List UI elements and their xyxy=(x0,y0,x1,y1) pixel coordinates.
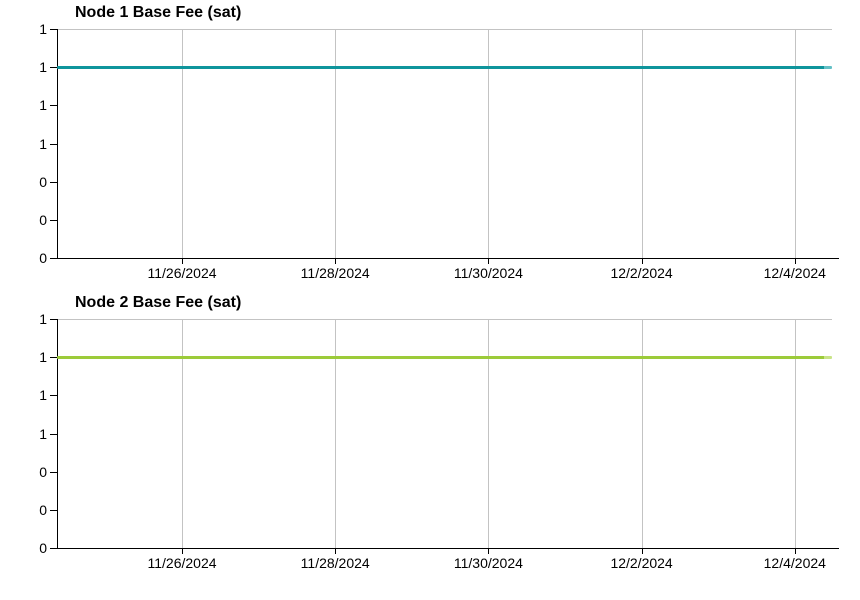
y-axis-tick xyxy=(50,182,57,183)
y-tick-label: 0 xyxy=(25,174,47,190)
y-tick-label: 1 xyxy=(25,59,47,75)
y-tick-label: 1 xyxy=(25,387,47,403)
y-axis-tick xyxy=(50,434,57,435)
x-tick-label: 11/30/2024 xyxy=(428,265,548,281)
x-tick-label: 12/4/2024 xyxy=(735,555,855,571)
y-axis-tick xyxy=(50,548,57,549)
y-axis-tick xyxy=(50,472,57,473)
x-tick-label: 12/2/2024 xyxy=(582,265,702,281)
vertical-gridline xyxy=(488,319,489,548)
x-tick-label: 12/4/2024 xyxy=(735,265,855,281)
vertical-gridline xyxy=(642,319,643,548)
x-tick-label: 11/30/2024 xyxy=(428,555,548,571)
y-tick-label: 1 xyxy=(25,349,47,365)
vertical-gridline xyxy=(335,29,336,258)
x-tick-label: 11/28/2024 xyxy=(275,265,395,281)
vertical-gridline xyxy=(488,29,489,258)
y-axis-line xyxy=(57,319,58,549)
vertical-gridline xyxy=(182,319,183,548)
vertical-gridline xyxy=(182,29,183,258)
vertical-gridline xyxy=(642,29,643,258)
vertical-gridline xyxy=(795,319,796,548)
y-axis-tick xyxy=(50,319,57,320)
y-axis-tick xyxy=(50,510,57,511)
x-tick-label: 11/26/2024 xyxy=(122,555,242,571)
top-gridline xyxy=(57,319,832,320)
series-line xyxy=(57,356,832,359)
plot-area: 11/26/202411/28/202411/30/202412/2/20241… xyxy=(57,319,832,548)
vertical-gridline xyxy=(795,29,796,258)
charts-canvas: Node 1 Base Fee (sat) 11/26/202411/28/20… xyxy=(0,0,860,600)
y-tick-label: 0 xyxy=(25,212,47,228)
y-axis-tick xyxy=(50,29,57,30)
y-axis-line xyxy=(57,29,58,259)
y-tick-label: 0 xyxy=(25,250,47,266)
x-tick-label: 12/2/2024 xyxy=(582,555,702,571)
chart-node-2-base-fee: Node 2 Base Fee (sat) 11/26/202411/28/20… xyxy=(0,290,860,580)
y-axis-tick xyxy=(50,105,57,106)
chart-title: Node 1 Base Fee (sat) xyxy=(75,4,241,22)
x-tick-label: 11/26/2024 xyxy=(122,265,242,281)
y-tick-label: 0 xyxy=(25,540,47,556)
y-tick-label: 0 xyxy=(25,502,47,518)
x-axis-line xyxy=(57,258,839,259)
top-gridline xyxy=(57,29,832,30)
y-tick-label: 1 xyxy=(25,97,47,113)
y-axis-tick xyxy=(50,144,57,145)
y-axis-tick xyxy=(50,67,57,68)
y-axis-tick xyxy=(50,357,57,358)
plot-area: 11/26/202411/28/202411/30/202412/2/20241… xyxy=(57,29,832,258)
y-tick-label: 1 xyxy=(25,136,47,152)
vertical-gridline xyxy=(335,319,336,548)
y-axis-tick xyxy=(50,258,57,259)
y-tick-label: 0 xyxy=(25,464,47,480)
series-line xyxy=(57,66,832,69)
x-axis-line xyxy=(57,548,839,549)
y-tick-label: 1 xyxy=(25,311,47,327)
y-tick-label: 1 xyxy=(25,21,47,37)
y-axis-tick xyxy=(50,220,57,221)
y-tick-label: 1 xyxy=(25,426,47,442)
y-axis-tick xyxy=(50,395,57,396)
chart-title: Node 2 Base Fee (sat) xyxy=(75,294,241,312)
chart-node-1-base-fee: Node 1 Base Fee (sat) 11/26/202411/28/20… xyxy=(0,0,860,290)
x-tick-label: 11/28/2024 xyxy=(275,555,395,571)
